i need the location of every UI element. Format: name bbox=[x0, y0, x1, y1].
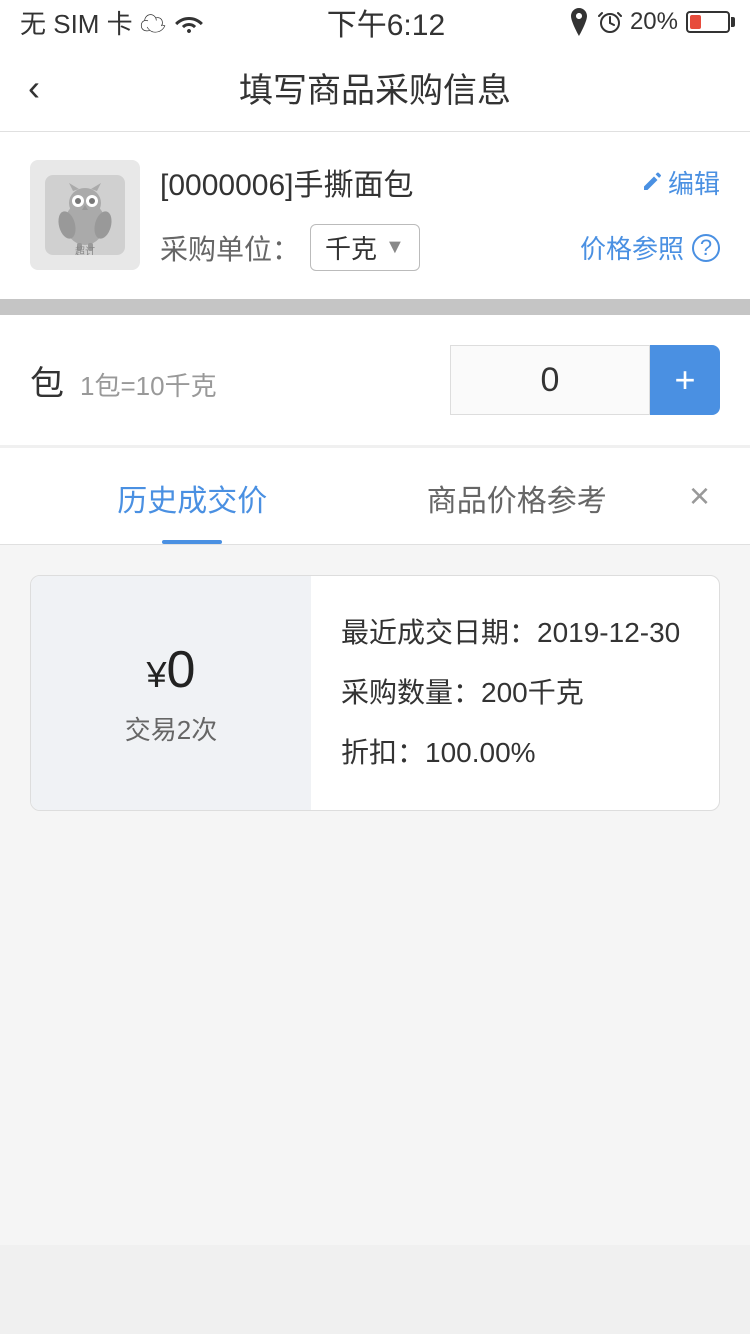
history-card: ¥0 交易2次 最近成交日期：2019-12-30 采购数量：200千克 折扣：… bbox=[30, 575, 720, 811]
svg-text:超订: 超订 bbox=[75, 245, 95, 255]
page-title: 填写商品采购信息 bbox=[239, 63, 511, 112]
last-date-row: 最近成交日期：2019-12-30 bbox=[341, 612, 689, 654]
quantity-value: 0 bbox=[541, 361, 560, 400]
edit-label: 编辑 bbox=[668, 164, 720, 201]
unit-label: 采购单位： bbox=[160, 228, 300, 268]
quantity-input[interactable]: 0 bbox=[450, 345, 650, 415]
price-ref-button[interactable]: 价格参照 ? bbox=[580, 229, 720, 266]
card-price-display: ¥0 bbox=[147, 640, 196, 700]
transaction-count: 交易2次 bbox=[125, 710, 217, 747]
card-price-section: ¥0 交易2次 bbox=[31, 576, 311, 810]
edit-icon bbox=[642, 172, 662, 192]
quantity-label: 采购数量： bbox=[341, 677, 481, 708]
unit-selector-group: 采购单位： 千克 ▼ bbox=[160, 224, 420, 271]
price-value: 0 bbox=[167, 641, 196, 699]
price-symbol: ¥ bbox=[147, 654, 167, 695]
discount-label: 折扣： bbox=[341, 737, 425, 768]
discount-row: 折扣：100.00% bbox=[341, 732, 689, 774]
tabs-close-button[interactable]: × bbox=[679, 455, 720, 537]
card-section: ¥0 交易2次 最近成交日期：2019-12-30 采购数量：200千克 折扣：… bbox=[0, 545, 750, 1245]
status-right: 20% bbox=[568, 8, 730, 36]
unit-select[interactable]: 千克 ▼ bbox=[310, 224, 420, 271]
unit-dropdown-arrow: ▼ bbox=[385, 236, 405, 259]
tab-product-price[interactable]: 商品价格参考 bbox=[354, 448, 678, 544]
product-unit-row: 采购单位： 千克 ▼ 价格参照 ? bbox=[160, 224, 720, 271]
product-row: 超订 [0000006]手撕面包 编辑 采购单位： 千克 ▼ bbox=[30, 160, 720, 271]
product-info: [0000006]手撕面包 编辑 采购单位： 千克 ▼ 价格 bbox=[160, 160, 720, 271]
battery-percent: 20% bbox=[630, 8, 678, 36]
product-thumbnail: 超订 bbox=[30, 160, 140, 270]
quantity-section: 包 1包=10千克 0 + bbox=[0, 315, 750, 446]
product-name: [0000006]手撕面包 bbox=[160, 160, 413, 204]
quantity-plus-button[interactable]: + bbox=[650, 345, 720, 415]
location-icon bbox=[568, 8, 590, 36]
discount-value: 100.00% bbox=[425, 737, 536, 768]
wifi-icon bbox=[174, 11, 204, 33]
tab-history-label: 历史成交价 bbox=[117, 485, 267, 518]
tabs-header: 历史成交价 商品价格参考 × bbox=[0, 448, 750, 544]
page-header: ‹ 填写商品采购信息 bbox=[0, 44, 750, 132]
card-details-section: 最近成交日期：2019-12-30 采购数量：200千克 折扣：100.00% bbox=[311, 576, 719, 810]
quantity-conversion: 1包=10千克 bbox=[80, 366, 217, 403]
status-left: 无 SIM 卡 ☁ bbox=[20, 4, 204, 41]
quantity-value-detail: 200千克 bbox=[481, 677, 584, 708]
last-date-value: 2019-12-30 bbox=[537, 617, 680, 648]
edit-button[interactable]: 编辑 bbox=[642, 164, 720, 201]
section-divider bbox=[0, 299, 750, 315]
tabs-section: 历史成交价 商品价格参考 × bbox=[0, 448, 750, 545]
tab-history-price[interactable]: 历史成交价 bbox=[30, 448, 354, 544]
quantity-row: 采购数量：200千克 bbox=[341, 672, 689, 714]
quantity-label-group: 包 1包=10千克 bbox=[30, 356, 217, 405]
help-icon: ? bbox=[692, 234, 720, 262]
back-button[interactable]: ‹ bbox=[28, 67, 40, 109]
product-section: 超订 [0000006]手撕面包 编辑 采购单位： 千克 ▼ bbox=[0, 132, 750, 299]
quantity-unit: 包 bbox=[30, 356, 64, 405]
tab-active-indicator bbox=[162, 540, 222, 544]
status-time: 下午6:12 bbox=[327, 0, 445, 44]
last-date-label: 最近成交日期： bbox=[341, 617, 537, 648]
alarm-icon bbox=[598, 9, 622, 35]
product-header-row: [0000006]手撕面包 编辑 bbox=[160, 160, 720, 204]
tab-product-label: 商品价格参考 bbox=[427, 485, 607, 518]
battery-icon bbox=[686, 11, 730, 33]
no-sim-text: 无 SIM 卡 ☁ bbox=[20, 4, 166, 41]
status-bar: 无 SIM 卡 ☁ 下午6:12 20% bbox=[0, 0, 750, 44]
unit-value: 千克 bbox=[325, 229, 377, 266]
price-ref-label: 价格参照 bbox=[580, 229, 684, 266]
product-image-owl: 超订 bbox=[45, 175, 125, 255]
quantity-input-group: 0 + bbox=[450, 345, 720, 415]
